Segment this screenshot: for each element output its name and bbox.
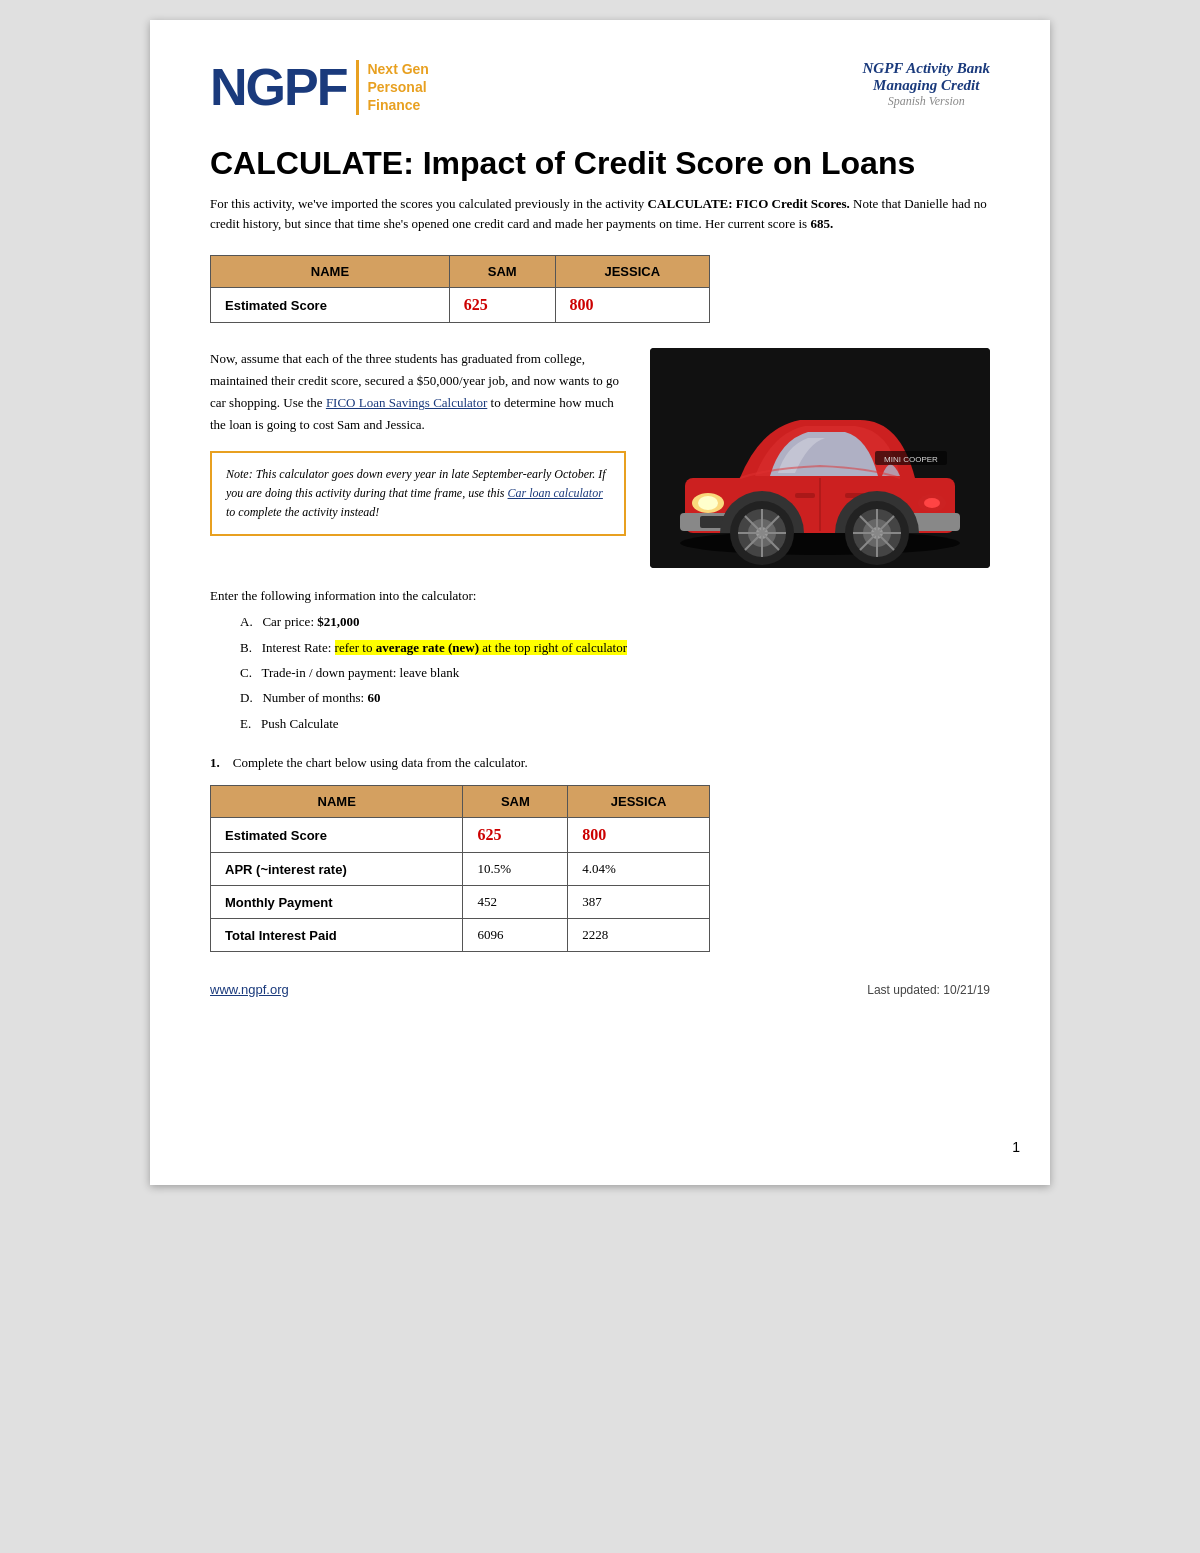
- jessica-estimated-score: 800: [568, 818, 710, 853]
- footer: www.ngpf.org Last updated: 10/21/19: [210, 982, 990, 997]
- instruction-c: C. Trade-in / down payment: leave blank: [240, 661, 990, 684]
- col-header-sam: SAM: [449, 256, 555, 288]
- car-svg: MINI COOPER: [650, 348, 990, 568]
- instructions-header: Enter the following information into the…: [210, 588, 990, 604]
- col-header-name: NAME: [211, 256, 450, 288]
- left-column: Now, assume that each of the three stude…: [210, 348, 626, 568]
- instruction-b: B. Interest Rate: refer to average rate …: [240, 636, 990, 659]
- logo-line1: Next Gen: [367, 60, 428, 78]
- jessica-total-interest: 2228: [568, 919, 710, 952]
- table-row: APR (~interest rate) 10.5% 4.04%: [211, 853, 710, 886]
- instruction-d: D. Number of months: 60: [240, 686, 990, 709]
- row-total-interest: Total Interest Paid: [211, 919, 463, 952]
- second-data-table: NAME SAM JESSICA Estimated Score 625 800…: [210, 785, 710, 952]
- sam-score-1: 625: [449, 288, 555, 323]
- fico-calculator-link[interactable]: FICO Loan Savings Calculator: [326, 395, 487, 410]
- row-estimated-score: Estimated Score: [211, 818, 463, 853]
- jessica-monthly-payment: 387: [568, 886, 710, 919]
- managing-credit-label: Managing Credit: [863, 77, 991, 94]
- note-text-after: to complete the activity instead!: [226, 505, 379, 519]
- note-box: Note: This calculator goes down every ye…: [210, 451, 626, 537]
- header: NGPF Next Gen Personal Finance NGPF Acti…: [210, 60, 990, 115]
- table-row: Estimated Score 625 800: [211, 288, 710, 323]
- spanish-version-link[interactable]: Spanish Version: [863, 94, 991, 109]
- instructions-list: A. Car price: $21,000 B. Interest Rate: …: [210, 610, 990, 735]
- svg-text:MINI COOPER: MINI COOPER: [884, 455, 938, 464]
- page-title: CALCULATE: Impact of Credit Score on Loa…: [210, 145, 990, 182]
- activity-bank-label: NGPF Activity Bank: [863, 60, 991, 77]
- row-apr: APR (~interest rate): [211, 853, 463, 886]
- page-container: NGPF Next Gen Personal Finance NGPF Acti…: [150, 20, 1050, 1185]
- logo-container: NGPF Next Gen Personal Finance: [210, 60, 429, 115]
- sam-apr: 10.5%: [463, 853, 568, 886]
- sam-total-interest: 6096: [463, 919, 568, 952]
- intro-text: For this activity, we've imported the sc…: [210, 194, 990, 236]
- header-right: NGPF Activity Bank Managing Credit Spani…: [863, 60, 991, 109]
- svg-point-11: [924, 498, 940, 508]
- logo-line2: Personal: [367, 78, 428, 96]
- col2-header-sam: SAM: [463, 786, 568, 818]
- svg-point-1: [680, 531, 960, 555]
- svg-point-9: [698, 496, 718, 510]
- row-label-estimated-score: Estimated Score: [211, 288, 450, 323]
- instruction-e: E. Push Calculate: [240, 712, 990, 735]
- body-paragraph: Now, assume that each of the three stude…: [210, 348, 626, 436]
- logo-line3: Finance: [367, 96, 428, 114]
- table-row: Total Interest Paid 6096 2228: [211, 919, 710, 952]
- right-column: MINI COOPER: [650, 348, 990, 568]
- table-row: Estimated Score 625 800: [211, 818, 710, 853]
- col2-header-jessica: JESSICA: [568, 786, 710, 818]
- ngpf-logo: NGPF: [210, 61, 346, 113]
- col-header-jessica: JESSICA: [555, 256, 709, 288]
- first-score-table: NAME SAM JESSICA Estimated Score 625 800: [210, 255, 710, 323]
- question-text: Complete the chart below using data from…: [233, 755, 528, 770]
- car-loan-calculator-link[interactable]: Car loan calculator: [508, 486, 603, 500]
- jessica-score-1: 800: [555, 288, 709, 323]
- row-monthly-payment: Monthly Payment: [211, 886, 463, 919]
- two-col-section: Now, assume that each of the three stude…: [210, 348, 990, 568]
- sam-monthly-payment: 452: [463, 886, 568, 919]
- instruction-a: A. Car price: $21,000: [240, 610, 990, 633]
- sam-estimated-score: 625: [463, 818, 568, 853]
- footer-website-link[interactable]: www.ngpf.org: [210, 982, 289, 997]
- question-label: 1. Complete the chart below using data f…: [210, 755, 990, 771]
- jessica-apr: 4.04%: [568, 853, 710, 886]
- table-row: Monthly Payment 452 387: [211, 886, 710, 919]
- car-image: MINI COOPER: [650, 348, 990, 568]
- svg-rect-6: [795, 493, 815, 498]
- col2-header-name: NAME: [211, 786, 463, 818]
- logo-subtitle: Next Gen Personal Finance: [356, 60, 428, 115]
- footer-last-updated: Last updated: 10/21/19: [867, 983, 990, 997]
- page-number: 1: [1012, 1139, 1020, 1155]
